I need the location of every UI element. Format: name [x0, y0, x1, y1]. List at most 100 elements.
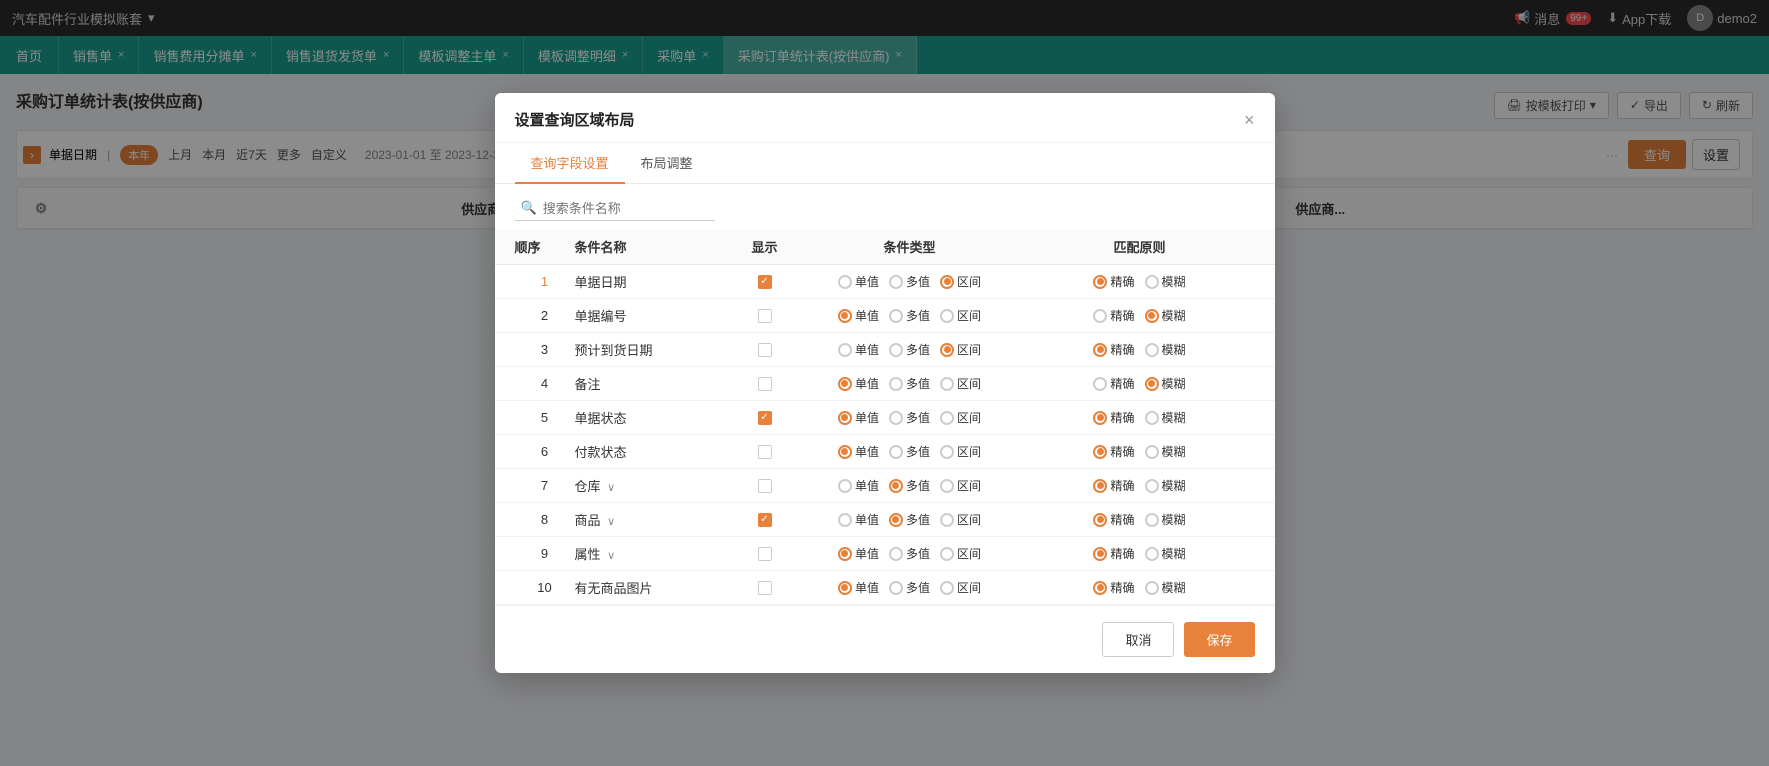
- type-radio-multi[interactable]: 多值: [889, 511, 930, 528]
- type-radio-multi[interactable]: 多值: [889, 545, 930, 562]
- display-checkbox[interactable]: [758, 513, 772, 527]
- type-radio-single[interactable]: 单值: [838, 375, 879, 392]
- row-display-col: [735, 513, 795, 527]
- type-radio-multi[interactable]: 多值: [889, 375, 930, 392]
- display-checkbox[interactable]: [758, 377, 772, 391]
- row-name: 付款状态: [575, 442, 735, 461]
- modal-tab-layout[interactable]: 布局调整: [625, 143, 709, 184]
- type-radio-range[interactable]: 区间: [940, 443, 981, 460]
- display-checkbox[interactable]: [758, 411, 772, 425]
- type-radio-range[interactable]: 区间: [940, 409, 981, 426]
- display-checkbox[interactable]: [758, 581, 772, 595]
- type-radio-multi[interactable]: 多值: [889, 307, 930, 324]
- search-icon: 🔍: [521, 200, 537, 216]
- match-radio-exact[interactable]: 精确: [1093, 307, 1134, 324]
- match-radio-exact[interactable]: 精确: [1093, 579, 1134, 596]
- table-row: 6 付款状态 单值 多值 区间 精确 模糊: [495, 435, 1275, 469]
- match-radio-fuzzy[interactable]: 模糊: [1145, 477, 1186, 494]
- display-checkbox[interactable]: [758, 479, 772, 493]
- match-radio-exact[interactable]: 精确: [1093, 443, 1134, 460]
- match-radio-exact[interactable]: 精确: [1093, 375, 1134, 392]
- table-row: 7 仓库 ∨ 单值 多值 区间 精确 模糊: [495, 469, 1275, 503]
- radio-circle-multi: [889, 275, 903, 289]
- row-type-group: 单值 多值 区间: [795, 545, 1025, 562]
- display-checkbox[interactable]: [758, 547, 772, 561]
- match-radio-fuzzy[interactable]: 模糊: [1145, 409, 1186, 426]
- type-radio-range[interactable]: 区间: [940, 545, 981, 562]
- row-order: 5: [515, 410, 575, 425]
- radio-circle-range: [940, 547, 954, 561]
- type-radio-single[interactable]: 单值: [838, 477, 879, 494]
- row-order: 4: [515, 376, 575, 391]
- type-radio-range[interactable]: 区间: [940, 375, 981, 392]
- type-radio-range[interactable]: 区间: [940, 579, 981, 596]
- row-match-group: 精确 模糊: [1025, 545, 1255, 562]
- match-radio-fuzzy[interactable]: 模糊: [1145, 579, 1186, 596]
- type-radio-multi[interactable]: 多值: [889, 409, 930, 426]
- type-radio-single[interactable]: 单值: [838, 443, 879, 460]
- type-radio-range[interactable]: 区间: [940, 273, 981, 290]
- match-radio-exact[interactable]: 精确: [1093, 511, 1134, 528]
- type-radio-range[interactable]: 区间: [940, 341, 981, 358]
- type-radio-multi[interactable]: 多值: [889, 273, 930, 290]
- row-order: 6: [515, 444, 575, 459]
- radio-fuzzy: [1145, 513, 1159, 527]
- radio-exact: [1093, 479, 1107, 493]
- match-radio-fuzzy[interactable]: 模糊: [1145, 341, 1186, 358]
- type-radio-single[interactable]: 单值: [838, 545, 879, 562]
- row-display-col: [735, 547, 795, 561]
- type-radio-single[interactable]: 单值: [838, 307, 879, 324]
- match-radio-exact[interactable]: 精确: [1093, 273, 1134, 290]
- display-checkbox[interactable]: [758, 343, 772, 357]
- match-radio-exact[interactable]: 精确: [1093, 341, 1134, 358]
- save-btn[interactable]: 保存: [1184, 622, 1254, 657]
- search-wrapper: 🔍: [515, 196, 715, 221]
- row-display-col: [735, 445, 795, 459]
- match-radio-fuzzy[interactable]: 模糊: [1145, 511, 1186, 528]
- cancel-btn[interactable]: 取消: [1102, 622, 1174, 657]
- match-radio-exact[interactable]: 精确: [1093, 477, 1134, 494]
- modal-close-btn[interactable]: ×: [1244, 111, 1255, 129]
- type-radio-single[interactable]: 单值: [838, 579, 879, 596]
- type-radio-range[interactable]: 区间: [940, 477, 981, 494]
- row-name: 单据状态: [575, 408, 735, 427]
- modal-overlay: 设置查询区域布局 × 查询字段设置 布局调整 🔍 顺序 条件名称 显示 条件类型: [0, 0, 1769, 766]
- modal-header: 设置查询区域布局 ×: [495, 93, 1275, 143]
- match-radio-fuzzy[interactable]: 模糊: [1145, 273, 1186, 290]
- display-checkbox[interactable]: [758, 309, 772, 323]
- match-radio-fuzzy[interactable]: 模糊: [1145, 443, 1186, 460]
- match-radio-exact[interactable]: 精确: [1093, 409, 1134, 426]
- type-radio-multi[interactable]: 多值: [889, 579, 930, 596]
- match-radio-exact[interactable]: 精确: [1093, 545, 1134, 562]
- match-radio-fuzzy[interactable]: 模糊: [1145, 375, 1186, 392]
- th-order: 顺序: [515, 237, 575, 256]
- row-display-col: [735, 343, 795, 357]
- type-radio-single[interactable]: 单值: [838, 511, 879, 528]
- row-type-group: 单值 多值 区间: [795, 579, 1025, 596]
- match-radio-fuzzy[interactable]: 模糊: [1145, 545, 1186, 562]
- search-input[interactable]: [543, 201, 693, 216]
- radio-circle-single: [838, 581, 852, 595]
- type-radio-multi[interactable]: 多值: [889, 341, 930, 358]
- display-checkbox[interactable]: [758, 445, 772, 459]
- th-display: 显示: [735, 237, 795, 256]
- radio-circle-range: [940, 479, 954, 493]
- row-type-group: 单值 多值 区间: [795, 477, 1025, 494]
- modal-search-area: 🔍: [495, 184, 1275, 229]
- type-radio-single[interactable]: 单值: [838, 341, 879, 358]
- radio-circle-single: [838, 343, 852, 357]
- radio-circle-single: [838, 309, 852, 323]
- type-radio-multi[interactable]: 多值: [889, 443, 930, 460]
- type-radio-single[interactable]: 单值: [838, 409, 879, 426]
- type-radio-range[interactable]: 区间: [940, 511, 981, 528]
- type-radio-single[interactable]: 单值: [838, 273, 879, 290]
- radio-circle-multi: [889, 377, 903, 391]
- display-checkbox[interactable]: [758, 275, 772, 289]
- row-type-group: 单值 多值 区间: [795, 341, 1025, 358]
- table-row: 10 有无商品图片 单值 多值 区间 精确 模糊: [495, 571, 1275, 605]
- modal-tab-query-fields[interactable]: 查询字段设置: [515, 143, 625, 184]
- type-radio-multi[interactable]: 多值: [889, 477, 930, 494]
- type-radio-range[interactable]: 区间: [940, 307, 981, 324]
- match-radio-fuzzy[interactable]: 模糊: [1145, 307, 1186, 324]
- row-order: 9: [515, 546, 575, 561]
